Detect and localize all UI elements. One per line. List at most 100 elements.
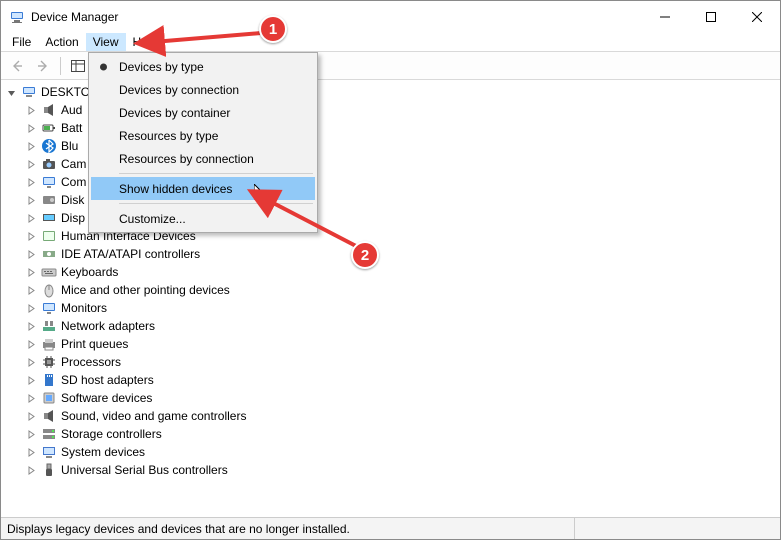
disk-icon [41,192,57,208]
tree-item-label: Disp [61,211,85,225]
tree-item-label: Sound, video and game controllers [61,409,246,423]
tree-item-mice[interactable]: Mice and other pointing devices [21,281,780,299]
expand-icon[interactable] [25,358,37,367]
expand-icon[interactable] [25,322,37,331]
speaker-icon [41,408,57,424]
mouse-icon [41,282,57,298]
forward-button[interactable] [31,54,55,78]
minimize-button[interactable] [642,1,688,32]
menu-file[interactable]: File [5,33,38,51]
expand-icon[interactable] [25,430,37,439]
tree-item-keyboards[interactable]: Keyboards [21,263,780,281]
tree-item-label: Network adapters [61,319,155,333]
show-console-tree-button[interactable] [66,54,90,78]
sw-icon [41,390,57,406]
tree-item-usb-controllers[interactable]: Universal Serial Bus controllers [21,461,780,479]
tree-item-label: Processors [61,355,121,369]
menu-view[interactable]: View [86,33,126,51]
maximize-button[interactable] [688,1,734,32]
bluetooth-icon [41,138,57,154]
tree-item-label: System devices [61,445,145,459]
speaker-icon [41,102,57,118]
usb-icon [41,462,57,478]
tree-item-label: Aud [61,103,82,117]
expand-icon[interactable] [25,250,37,259]
ide-icon [41,246,57,262]
storage-icon [41,426,57,442]
monitor-icon [41,174,57,190]
expand-icon[interactable] [25,340,37,349]
tree-item-label: SD host adapters [61,373,154,387]
status-text: Displays legacy devices and devices that… [7,522,574,536]
tree-root-label: DESKTO [41,85,90,99]
menu-show-hidden-devices[interactable]: Show hidden devices [91,177,315,200]
tree-item-label: Batt [61,121,82,135]
expand-icon[interactable] [25,214,37,223]
system-icon [41,444,57,460]
display-icon [41,210,57,226]
window-title: Device Manager [31,10,118,24]
camera-icon [41,156,57,172]
keyboard-icon [41,264,57,280]
tree-item-label: Print queues [61,337,128,351]
expand-icon[interactable] [25,268,37,277]
tree-item-label: Cam [61,157,86,171]
menu-resources-by-connection[interactable]: Resources by connection [91,147,315,170]
expand-icon[interactable] [25,178,37,187]
window-controls [642,1,780,32]
status-bar: Displays legacy devices and devices that… [1,517,780,539]
tree-item-ide[interactable]: IDE ATA/ATAPI controllers [21,245,780,263]
expand-icon[interactable] [25,412,37,421]
tree-item-print-queues[interactable]: Print queues [21,335,780,353]
tree-item-label: Com [61,175,86,189]
tree-item-processors[interactable]: Processors [21,353,780,371]
menu-customize[interactable]: Customize... [91,207,315,230]
expand-icon[interactable] [25,304,37,313]
tree-item-network-adapters[interactable]: Network adapters [21,317,780,335]
tree-item-system-devices[interactable]: System devices [21,443,780,461]
printer-icon [41,336,57,352]
expand-icon[interactable] [25,196,37,205]
menu-help[interactable]: Help [126,33,165,51]
expand-icon[interactable] [25,160,37,169]
back-button[interactable] [5,54,29,78]
expand-icon[interactable] [25,232,37,241]
expand-icon[interactable] [25,376,37,385]
hid-icon [41,228,57,244]
expand-icon[interactable] [25,466,37,475]
tree-item-label: Storage controllers [61,427,162,441]
collapse-icon[interactable] [5,88,17,97]
menu-action[interactable]: Action [38,33,85,51]
expand-icon[interactable] [25,142,37,151]
title-bar: Device Manager [1,1,780,32]
tree-item-sd-host[interactable]: SD host adapters [21,371,780,389]
menu-resources-by-type[interactable]: Resources by type [91,124,315,147]
close-button[interactable] [734,1,780,32]
expand-icon[interactable] [25,448,37,457]
tree-item-label: Mice and other pointing devices [61,283,230,297]
tree-item-label: Universal Serial Bus controllers [61,463,228,477]
bullet-icon [100,63,107,70]
network-icon [41,318,57,334]
expand-icon[interactable] [25,394,37,403]
monitor-icon [41,300,57,316]
device-manager-window: Device Manager File Action View Help ? [0,0,781,540]
tree-item-monitors[interactable]: Monitors [21,299,780,317]
menu-bar: File Action View Help [1,32,780,52]
tree-item-sound-video[interactable]: Sound, video and game controllers [21,407,780,425]
expand-icon[interactable] [25,106,37,115]
view-menu-dropdown: Devices by type Devices by connection De… [88,52,318,233]
cpu-icon [41,354,57,370]
battery-icon [41,120,57,136]
expand-icon[interactable] [25,124,37,133]
app-icon [9,9,25,25]
tree-item-label: Disk [61,193,84,207]
tree-item-software-devices[interactable]: Software devices [21,389,780,407]
menu-devices-by-container[interactable]: Devices by container [91,101,315,124]
tree-item-label: Keyboards [61,265,118,279]
sd-icon [41,372,57,388]
expand-icon[interactable] [25,286,37,295]
menu-devices-by-connection[interactable]: Devices by connection [91,78,315,101]
tree-item-storage-controllers[interactable]: Storage controllers [21,425,780,443]
menu-devices-by-type[interactable]: Devices by type [91,55,315,78]
